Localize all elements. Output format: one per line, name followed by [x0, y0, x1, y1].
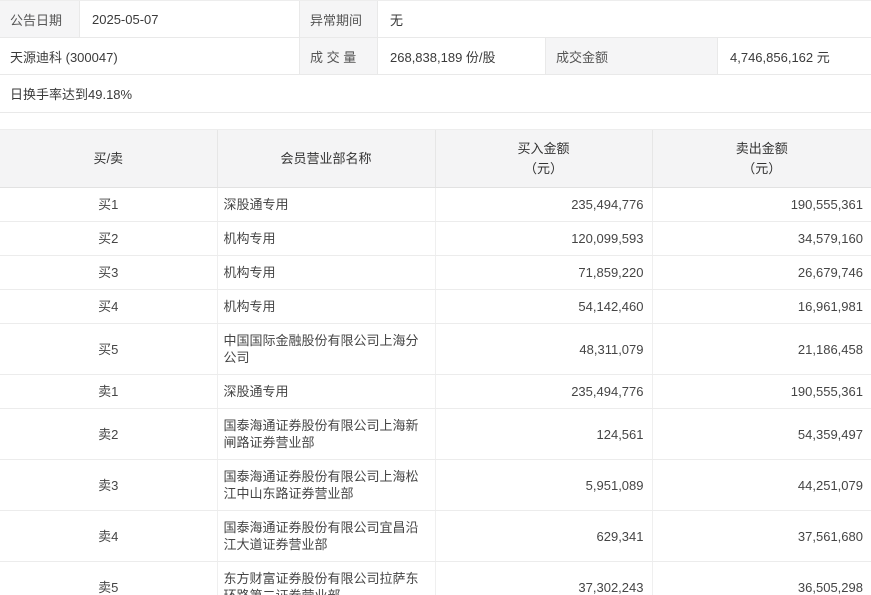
header-buy-amount: 买入金额 （元）	[435, 130, 652, 188]
header-broker: 会员营业部名称	[217, 130, 435, 188]
row-sell-amount: 37,561,680	[652, 511, 871, 562]
table-row: 买3 机构专用 71,859,220 26,679,746	[0, 256, 871, 290]
stock-info-panel: 公告日期 2025-05-07 异常期间 无 天源迪科 (300047) 成 交…	[0, 0, 871, 113]
row-sell-amount: 21,186,458	[652, 324, 871, 375]
info-row-note: 日换手率达到49.18%	[0, 75, 871, 112]
header-sell-amount: 卖出金额 （元）	[652, 130, 871, 188]
row-side: 卖1	[0, 375, 217, 409]
table-row: 卖4 国泰海通证券股份有限公司宜昌沿江大道证券营业部 629,341 37,56…	[0, 511, 871, 562]
row-sell-amount: 190,555,361	[652, 188, 871, 222]
row-side: 卖3	[0, 460, 217, 511]
row-side: 买3	[0, 256, 217, 290]
table-row: 卖3 国泰海通证券股份有限公司上海松江中山东路证券营业部 5,951,089 4…	[0, 460, 871, 511]
row-side: 卖2	[0, 409, 217, 460]
table-row: 买2 机构专用 120,099,593 34,579,160	[0, 222, 871, 256]
row-sell-amount: 54,359,497	[652, 409, 871, 460]
announce-date-value: 2025-05-07	[80, 1, 300, 37]
header-buy-line2: （元）	[436, 159, 652, 179]
row-side: 买1	[0, 188, 217, 222]
row-broker-name: 国泰海通证券股份有限公司宜昌沿江大道证券营业部	[217, 511, 435, 562]
row-broker-name: 深股通专用	[217, 188, 435, 222]
table-row: 卖5 东方财富证券股份有限公司拉萨东环路第二证券营业部 37,302,243 3…	[0, 562, 871, 595]
abnormal-period-value: 无	[378, 1, 871, 37]
volume-label: 成 交 量	[300, 38, 378, 74]
trading-seats-table: 买/卖 会员营业部名称 买入金额 （元） 卖出金额 （元） 买1 深股通专用 2…	[0, 129, 871, 595]
row-buy-amount: 48,311,079	[435, 324, 652, 375]
header-sell-line1: 卖出金额	[653, 139, 871, 159]
turnover-label: 成交金额	[546, 38, 718, 74]
row-buy-amount: 124,561	[435, 409, 652, 460]
row-broker-name: 深股通专用	[217, 375, 435, 409]
table-row: 买5 中国国际金融股份有限公司上海分公司 48,311,079 21,186,4…	[0, 324, 871, 375]
row-buy-amount: 235,494,776	[435, 188, 652, 222]
table-row: 买1 深股通专用 235,494,776 190,555,361	[0, 188, 871, 222]
info-row-stock: 天源迪科 (300047) 成 交 量 268,838,189 份/股 成交金额…	[0, 38, 871, 75]
row-broker-name: 机构专用	[217, 256, 435, 290]
row-side: 卖4	[0, 511, 217, 562]
row-broker-name: 国泰海通证券股份有限公司上海新闸路证券营业部	[217, 409, 435, 460]
turnover-rate-note: 日换手率达到49.18%	[0, 75, 871, 112]
header-side: 买/卖	[0, 130, 217, 188]
table-row: 卖1 深股通专用 235,494,776 190,555,361	[0, 375, 871, 409]
abnormal-period-label: 异常期间	[300, 1, 378, 37]
row-side: 卖5	[0, 562, 217, 595]
row-broker-name: 机构专用	[217, 222, 435, 256]
row-sell-amount: 26,679,746	[652, 256, 871, 290]
row-sell-amount: 34,579,160	[652, 222, 871, 256]
row-broker-name: 国泰海通证券股份有限公司上海松江中山东路证券营业部	[217, 460, 435, 511]
stock-name: 天源迪科 (300047)	[0, 38, 300, 74]
row-sell-amount: 44,251,079	[652, 460, 871, 511]
volume-value: 268,838,189 份/股	[378, 38, 546, 74]
header-sell-line2: （元）	[653, 159, 871, 179]
row-buy-amount: 37,302,243	[435, 562, 652, 595]
row-buy-amount: 71,859,220	[435, 256, 652, 290]
row-side: 买4	[0, 290, 217, 324]
row-buy-amount: 235,494,776	[435, 375, 652, 409]
row-side: 买2	[0, 222, 217, 256]
row-broker-name: 机构专用	[217, 290, 435, 324]
table-row: 买4 机构专用 54,142,460 16,961,981	[0, 290, 871, 324]
row-sell-amount: 36,505,298	[652, 562, 871, 595]
row-buy-amount: 5,951,089	[435, 460, 652, 511]
table-row: 卖2 国泰海通证券股份有限公司上海新闸路证券营业部 124,561 54,359…	[0, 409, 871, 460]
row-buy-amount: 629,341	[435, 511, 652, 562]
header-buy-line1: 买入金额	[436, 139, 652, 159]
info-row-date: 公告日期 2025-05-07 异常期间 无	[0, 1, 871, 38]
row-broker-name: 东方财富证券股份有限公司拉萨东环路第二证券营业部	[217, 562, 435, 595]
row-side: 买5	[0, 324, 217, 375]
row-sell-amount: 190,555,361	[652, 375, 871, 409]
row-buy-amount: 120,099,593	[435, 222, 652, 256]
table-header-row: 买/卖 会员营业部名称 买入金额 （元） 卖出金额 （元）	[0, 130, 871, 188]
announce-date-label: 公告日期	[0, 1, 80, 37]
row-broker-name: 中国国际金融股份有限公司上海分公司	[217, 324, 435, 375]
row-sell-amount: 16,961,981	[652, 290, 871, 324]
turnover-value: 4,746,856,162 元	[718, 38, 871, 74]
row-buy-amount: 54,142,460	[435, 290, 652, 324]
